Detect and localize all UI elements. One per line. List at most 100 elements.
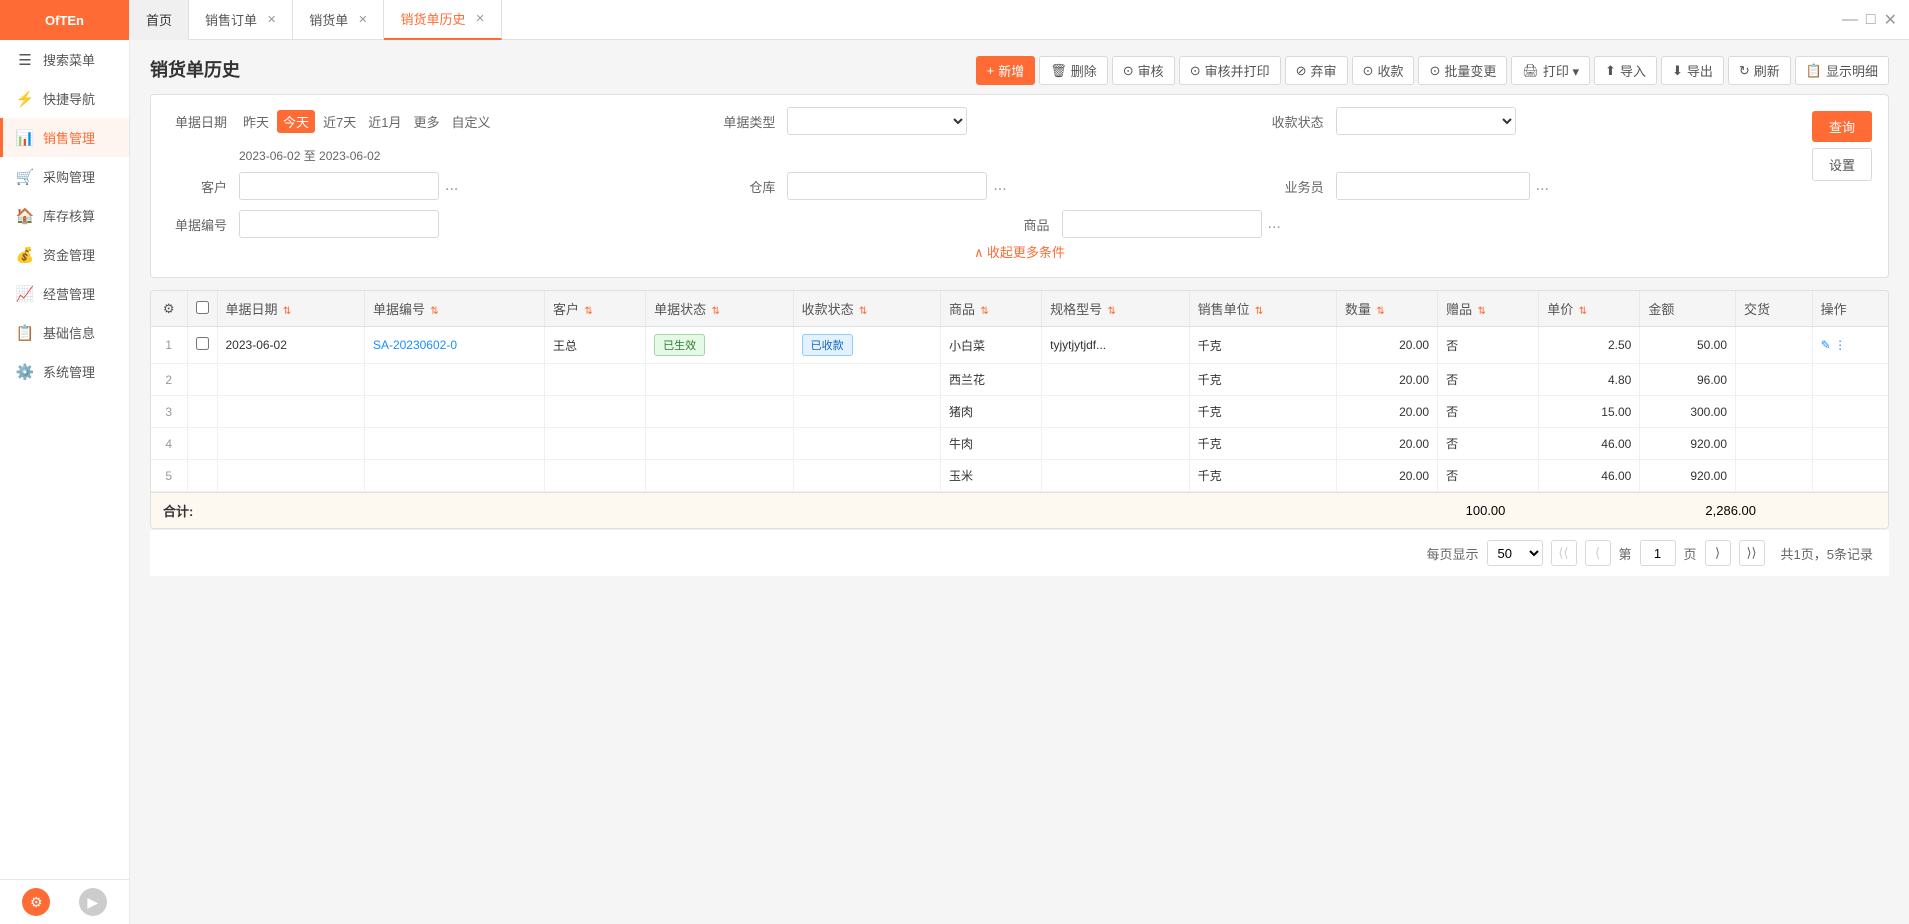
first-page-btn[interactable]: ⟨⟨ (1551, 540, 1577, 566)
col-qty[interactable]: 数量 ⇅ (1337, 291, 1438, 327)
sidebar-item-sales-mgmt[interactable]: 📊 销售管理 (0, 118, 129, 157)
sidebar-item-label: 基础信息 (43, 323, 95, 342)
sidebar-item-basic-info[interactable]: 📋 基础信息 (0, 313, 129, 352)
col-gift-label: 赠品 (1446, 302, 1472, 317)
delete-button[interactable]: 🗑 删除 (1039, 56, 1108, 85)
sidebar-item-system-mgmt[interactable]: ⚙️ 系统管理 (0, 352, 129, 391)
col-settings[interactable]: ⚙ (151, 291, 187, 327)
goods-input[interactable] (1062, 210, 1262, 238)
shortcut-yesterday[interactable]: 昨天 (239, 110, 273, 133)
shortcut-custom[interactable]: 自定义 (448, 110, 495, 133)
close-btn[interactable]: ✕ (1884, 10, 1897, 30)
doc-no-label: 单据编号 (167, 215, 227, 234)
customer-input[interactable] (239, 172, 439, 200)
page-number-input[interactable] (1640, 540, 1676, 566)
cell-actions (1812, 460, 1888, 492)
col-receipt-status[interactable]: 收款状态 ⇅ (793, 291, 940, 327)
col-doc-no[interactable]: 单据编号 ⇅ (364, 291, 544, 327)
refresh-button[interactable]: ↻ 刷新 (1728, 56, 1791, 85)
collect-button[interactable]: ⊙ 收款 (1352, 56, 1415, 85)
doc-type-select[interactable] (787, 107, 967, 135)
salesman-dots[interactable]: ... (1536, 177, 1549, 195)
goods-dots[interactable]: ... (1268, 215, 1281, 233)
audit-print-button[interactable]: ⊙ 审核并打印 (1179, 56, 1281, 85)
col-spec[interactable]: 规格型号 ⇅ (1042, 291, 1189, 327)
print-button[interactable]: 🖨 打印 ▾ (1511, 56, 1590, 85)
sidebar-item-purchase-mgmt[interactable]: 🛒 采购管理 (0, 157, 129, 196)
doc-no-input[interactable] (239, 210, 439, 238)
sidebar-item-operations-mgmt[interactable]: 📈 经营管理 (0, 274, 129, 313)
add-label: 新增 (998, 61, 1024, 80)
select-all-checkbox[interactable] (196, 301, 209, 314)
maximize-btn[interactable]: □ (1866, 11, 1876, 29)
sidebar-item-finance-mgmt[interactable]: 💰 资金管理 (0, 235, 129, 274)
tab-sales-order-close[interactable]: ✕ (267, 13, 276, 26)
prev-page-btn[interactable]: ⟨ (1585, 540, 1611, 566)
more-action[interactable]: ⋮ (1834, 338, 1846, 352)
show-details-button[interactable]: 📋 显示明细 (1795, 56, 1889, 85)
add-button[interactable]: + 新增 (976, 56, 1036, 85)
last-page-btn[interactable]: ⟩⟩ (1739, 540, 1765, 566)
tab-sales-goods[interactable]: 销货单 ✕ (293, 0, 384, 40)
col-sales-unit[interactable]: 销售单位 ⇅ (1189, 291, 1336, 327)
tab-sales-history[interactable]: 销货单历史 ✕ (384, 0, 501, 40)
collect-label: 收款 (1377, 61, 1403, 80)
tab-sales-goods-close[interactable]: ✕ (358, 13, 367, 26)
edit-action[interactable]: ✎ (1821, 338, 1831, 352)
sidebar-item-inventory-calc[interactable]: 🏠 库存核算 (0, 196, 129, 235)
settings-icon[interactable]: ⚙ (163, 301, 175, 316)
receipt-status-select[interactable] (1336, 107, 1516, 135)
tab-sales-order-label: 销售订单 (205, 10, 257, 29)
col-gift[interactable]: 赠品 ⇅ (1438, 291, 1539, 327)
col-goods[interactable]: 商品 ⇅ (941, 291, 1042, 327)
col-unit-price[interactable]: 单价 ⇅ (1539, 291, 1640, 327)
filter-settings-button[interactable]: 设置 (1812, 148, 1872, 181)
collapse-filter-btn[interactable]: ∧ 收起更多条件 (167, 238, 1872, 265)
receipt-status-control (1336, 107, 1800, 135)
batch-change-button[interactable]: ⊙ 批量变更 (1418, 56, 1507, 85)
page-size-select[interactable]: 50 100 200 (1487, 540, 1543, 566)
col-doc-date[interactable]: 单据日期 ⇅ (217, 291, 364, 327)
tab-sales-history-close[interactable]: ✕ (476, 12, 485, 25)
filter-row-3: 单据编号 商品 ... (167, 210, 1800, 238)
shortcut-last1month[interactable]: 近1月 (364, 110, 405, 133)
doc-type-label: 单据类型 (715, 112, 775, 131)
abandon-button[interactable]: ⊘ 弃审 (1285, 56, 1348, 85)
export-label: 导出 (1687, 61, 1713, 80)
import-button[interactable]: ⬆ 导入 (1594, 56, 1657, 85)
export-icon: ⬇ (1672, 63, 1683, 79)
sidebar-gear-icon[interactable]: ⚙ (22, 888, 50, 916)
next-page-btn[interactable]: ⟩ (1705, 540, 1731, 566)
cell-receipt-status (793, 460, 940, 492)
warehouse-input[interactable] (787, 172, 987, 200)
shortcut-last7days[interactable]: 近7天 (319, 110, 360, 133)
cell-seq: 5 (151, 460, 187, 492)
col-doc-status[interactable]: 单据状态 ⇅ (646, 291, 793, 327)
shortcut-today[interactable]: 今天 (277, 110, 315, 133)
basic-info-icon: 📋 (15, 324, 35, 342)
export-button[interactable]: ⬇ 导出 (1661, 56, 1724, 85)
sidebar: OfTEn ☰ 搜索菜单 ⚡ 快捷导航 📊 销售管理 🛒 采购管理 🏠 库存核算… (0, 0, 130, 924)
sidebar-item-label: 资金管理 (43, 245, 95, 264)
query-button[interactable]: 查询 (1812, 111, 1872, 142)
row-checkbox[interactable] (196, 337, 209, 350)
audit-icon: ⊙ (1123, 63, 1134, 79)
minimize-btn[interactable]: — (1842, 11, 1858, 29)
shortcut-more[interactable]: 更多 (410, 110, 444, 133)
cell-actions (1812, 396, 1888, 428)
tab-sales-order[interactable]: 销售订单 ✕ (189, 0, 293, 40)
sidebar-item-search-menu[interactable]: ☰ 搜索菜单 (0, 40, 129, 79)
sidebar-item-quick-nav[interactable]: ⚡ 快捷导航 (0, 79, 129, 118)
customer-dots[interactable]: ... (445, 177, 458, 195)
cell-trade (1736, 460, 1813, 492)
tab-home[interactable]: 首页 (130, 0, 189, 40)
sidebar-collapse-icon[interactable]: ▶ (79, 888, 107, 916)
col-customer[interactable]: 客户 ⇅ (545, 291, 646, 327)
data-table-container: ⚙ 单据日期 ⇅ 单据编号 ⇅ (150, 290, 1889, 529)
cell-gift: 否 (1438, 327, 1539, 364)
audit-button[interactable]: ⊙ 审核 (1112, 56, 1175, 85)
salesman-input[interactable] (1336, 172, 1530, 200)
doc-no-link[interactable]: SA-20230602-0 (373, 338, 457, 352)
warehouse-dots[interactable]: ... (993, 177, 1006, 195)
abandon-label: 弃审 (1311, 61, 1337, 80)
